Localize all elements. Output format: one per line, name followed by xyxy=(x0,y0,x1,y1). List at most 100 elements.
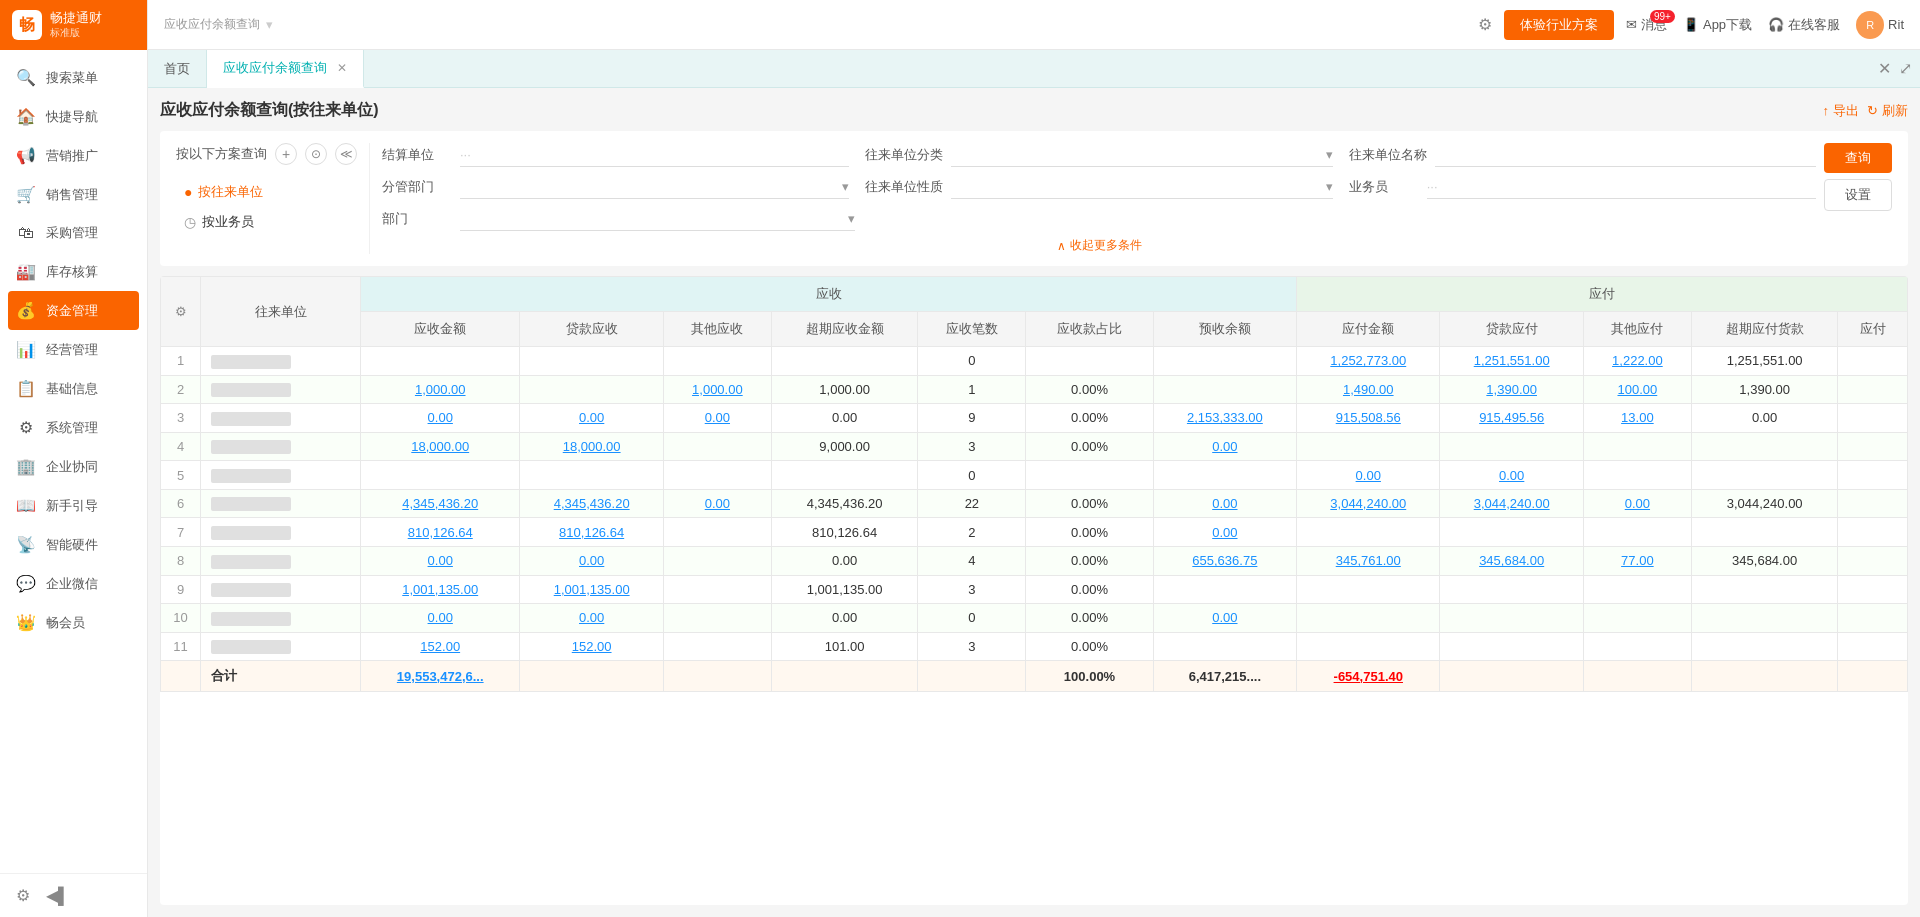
row-pay-amt[interactable]: 1,490.00 xyxy=(1297,375,1440,404)
filter-scheme-partner[interactable]: ● 按往来单位 xyxy=(176,179,357,205)
sidebar-item-quicknav[interactable]: 🏠 快捷导航 xyxy=(0,97,147,136)
sidebar-item-marketing[interactable]: 📢 营销推广 xyxy=(0,136,147,175)
row-recv-amt[interactable]: 810,126.64 xyxy=(361,518,520,547)
row-recv-loan[interactable]: 0.00 xyxy=(520,546,663,575)
row-recv-other[interactable]: 0.00 xyxy=(663,404,771,433)
row-pay-other[interactable]: 77.00 xyxy=(1583,546,1691,575)
sidebar-item-inventory[interactable]: 🏭 库存核算 xyxy=(0,252,147,291)
online-service-button[interactable]: 🎧 在线客服 xyxy=(1768,16,1840,34)
row-recv-amt[interactable]: 0.00 xyxy=(361,404,520,433)
row-pay-loan[interactable]: 915,495.56 xyxy=(1440,404,1583,433)
row-pay-other[interactable]: 100.00 xyxy=(1583,375,1691,404)
row-recv-loan[interactable]: 1,001,135.00 xyxy=(520,575,663,604)
sidebar-item-purchase[interactable]: 🛍 采购管理 xyxy=(0,214,147,252)
row-recv-count: 1 xyxy=(918,375,1026,404)
topbar-gear-icon[interactable]: ⚙ xyxy=(1478,15,1492,34)
collapse-filter-button[interactable]: ∧ 收起更多条件 xyxy=(382,237,1816,254)
sidebar-item-hardware[interactable]: 📡 智能硬件 xyxy=(0,525,147,564)
sidebar-item-corp[interactable]: 🏢 企业协同 xyxy=(0,447,147,486)
sidebar-item-finance[interactable]: 💰 资金管理 xyxy=(8,291,139,330)
row-pay-amt[interactable]: 3,044,240.00 xyxy=(1297,489,1440,518)
row-recv-loan[interactable]: 4,345,436.20 xyxy=(520,489,663,518)
row-recv-loan[interactable]: 0.00 xyxy=(520,604,663,633)
row-pay-other[interactable]: 0.00 xyxy=(1583,489,1691,518)
filter-expand-button[interactable]: ≪ xyxy=(335,143,357,165)
row-recv-prepay[interactable]: 0.00 xyxy=(1153,518,1296,547)
row-recv-amt[interactable]: 18,000.00 xyxy=(361,432,520,461)
refresh-button[interactable]: ↻ 刷新 xyxy=(1867,102,1908,120)
tab-home[interactable]: 首页 xyxy=(148,50,207,88)
sidebar-item-search[interactable]: 🔍 搜索菜单 xyxy=(0,58,147,97)
tab-close-icon[interactable]: ✕ xyxy=(337,61,347,75)
query-button[interactable]: 查询 xyxy=(1824,143,1892,173)
row-recv-loan[interactable]: 0.00 xyxy=(520,404,663,433)
table-settings-icon[interactable]: ⚙ xyxy=(175,304,187,319)
row-pay-loan[interactable]: 3,044,240.00 xyxy=(1440,489,1583,518)
export-button[interactable]: ↑ 导出 xyxy=(1823,102,1860,120)
partner-name-input[interactable] xyxy=(1435,143,1816,167)
setting-button[interactable]: 设置 xyxy=(1824,179,1892,211)
sidebar-item-member[interactable]: 👑 畅会员 xyxy=(0,603,147,642)
sidebar-item-system[interactable]: ⚙ 系统管理 xyxy=(0,408,147,447)
tab-receivable[interactable]: 应收应付余额查询 ✕ xyxy=(207,50,364,88)
filter-settings-button[interactable]: ⊙ xyxy=(305,143,327,165)
promo-button[interactable]: 体验行业方案 xyxy=(1504,10,1614,40)
partner-category-input[interactable]: ▾ xyxy=(951,143,1332,167)
row-partner xyxy=(201,546,361,575)
row-recv-amt[interactable]: 1,000.00 xyxy=(361,375,520,404)
sidebar-item-weixin[interactable]: 💬 企业微信 xyxy=(0,564,147,603)
row-pay-amt[interactable]: 1,252,773.00 xyxy=(1297,347,1440,376)
dept-manage-input[interactable]: ▾ xyxy=(460,175,849,199)
filter-scheme-staff[interactable]: ◷ 按业务员 xyxy=(176,209,357,235)
settlement-unit-input[interactable]: ··· xyxy=(460,143,849,167)
sidebar-logo: 畅 畅捷通财 标准版 xyxy=(0,0,147,50)
sidebar-collapse-icon[interactable]: ◀▌ xyxy=(46,886,69,905)
footer-recv-amt[interactable]: 19,553,472,6... xyxy=(361,661,520,692)
row-recv-loan[interactable]: 152.00 xyxy=(520,632,663,661)
partner-nature-input[interactable]: ▾ xyxy=(951,175,1332,199)
row-pay-loan[interactable]: 1,390.00 xyxy=(1440,375,1583,404)
row-recv-amt[interactable]: 4,345,436.20 xyxy=(361,489,520,518)
dept-input[interactable]: ▾ xyxy=(460,207,855,231)
tab-close-all-icon[interactable]: ✕ xyxy=(1878,59,1891,78)
row-pay-other[interactable]: 1,222.00 xyxy=(1583,347,1691,376)
row-pay-other xyxy=(1583,604,1691,633)
row-recv-amt[interactable]: 1,001,135.00 xyxy=(361,575,520,604)
row-recv-amt[interactable]: 0.00 xyxy=(361,604,520,633)
row-recv-loan[interactable]: 18,000.00 xyxy=(520,432,663,461)
salesperson-input[interactable]: ··· xyxy=(1427,175,1816,199)
row-recv-loan[interactable]: 810,126.64 xyxy=(520,518,663,547)
row-recv-other[interactable]: 0.00 xyxy=(663,489,771,518)
sidebar-item-basic[interactable]: 📋 基础信息 xyxy=(0,369,147,408)
sidebar-item-operations[interactable]: 📊 经营管理 xyxy=(0,330,147,369)
sidebar-item-sales[interactable]: 🛒 销售管理 xyxy=(0,175,147,214)
row-pay-amt[interactable]: 0.00 xyxy=(1297,461,1440,490)
hardware-icon: 📡 xyxy=(16,535,36,554)
row-recv-prepay[interactable]: 0.00 xyxy=(1153,489,1296,518)
row-recv-prepay[interactable]: 0.00 xyxy=(1153,604,1296,633)
row-recv-other[interactable]: 1,000.00 xyxy=(663,375,771,404)
row-pay-loan[interactable]: 345,684.00 xyxy=(1440,546,1583,575)
row-recv-amt[interactable]: 0.00 xyxy=(361,546,520,575)
row-pay-extra xyxy=(1838,404,1908,433)
row-pay-loan[interactable]: 1,251,551.00 xyxy=(1440,347,1583,376)
row-recv-prepay[interactable]: 2,153,333.00 xyxy=(1153,404,1296,433)
row-pay-loan[interactable]: 0.00 xyxy=(1440,461,1583,490)
filter-add-button[interactable]: + xyxy=(275,143,297,165)
footer-pay-amt[interactable]: -654,751.40 xyxy=(1297,661,1440,692)
app-download-button[interactable]: 📱 App下载 xyxy=(1683,16,1752,34)
export-icon: ↑ xyxy=(1823,103,1830,118)
row-pay-other[interactable]: 13.00 xyxy=(1583,404,1691,433)
sidebar-item-guide[interactable]: 📖 新手引导 xyxy=(0,486,147,525)
tab-expand-icon[interactable]: ⤢ xyxy=(1899,59,1912,78)
message-button[interactable]: ✉ 消息 99+ xyxy=(1626,16,1667,34)
row-recv-prepay[interactable]: 655,636.75 xyxy=(1153,546,1296,575)
row-pay-amt[interactable]: 915,508.56 xyxy=(1297,404,1440,433)
sidebar-settings-icon[interactable]: ⚙ xyxy=(16,886,30,905)
row-recv-prepay[interactable]: 0.00 xyxy=(1153,432,1296,461)
row-recv-amt[interactable]: 152.00 xyxy=(361,632,520,661)
user-avatar[interactable]: R Rit xyxy=(1856,11,1904,39)
col-partner: 往来单位 xyxy=(201,277,361,347)
row-pay-amt[interactable]: 345,761.00 xyxy=(1297,546,1440,575)
row-recv-ratio: 0.00% xyxy=(1026,404,1153,433)
